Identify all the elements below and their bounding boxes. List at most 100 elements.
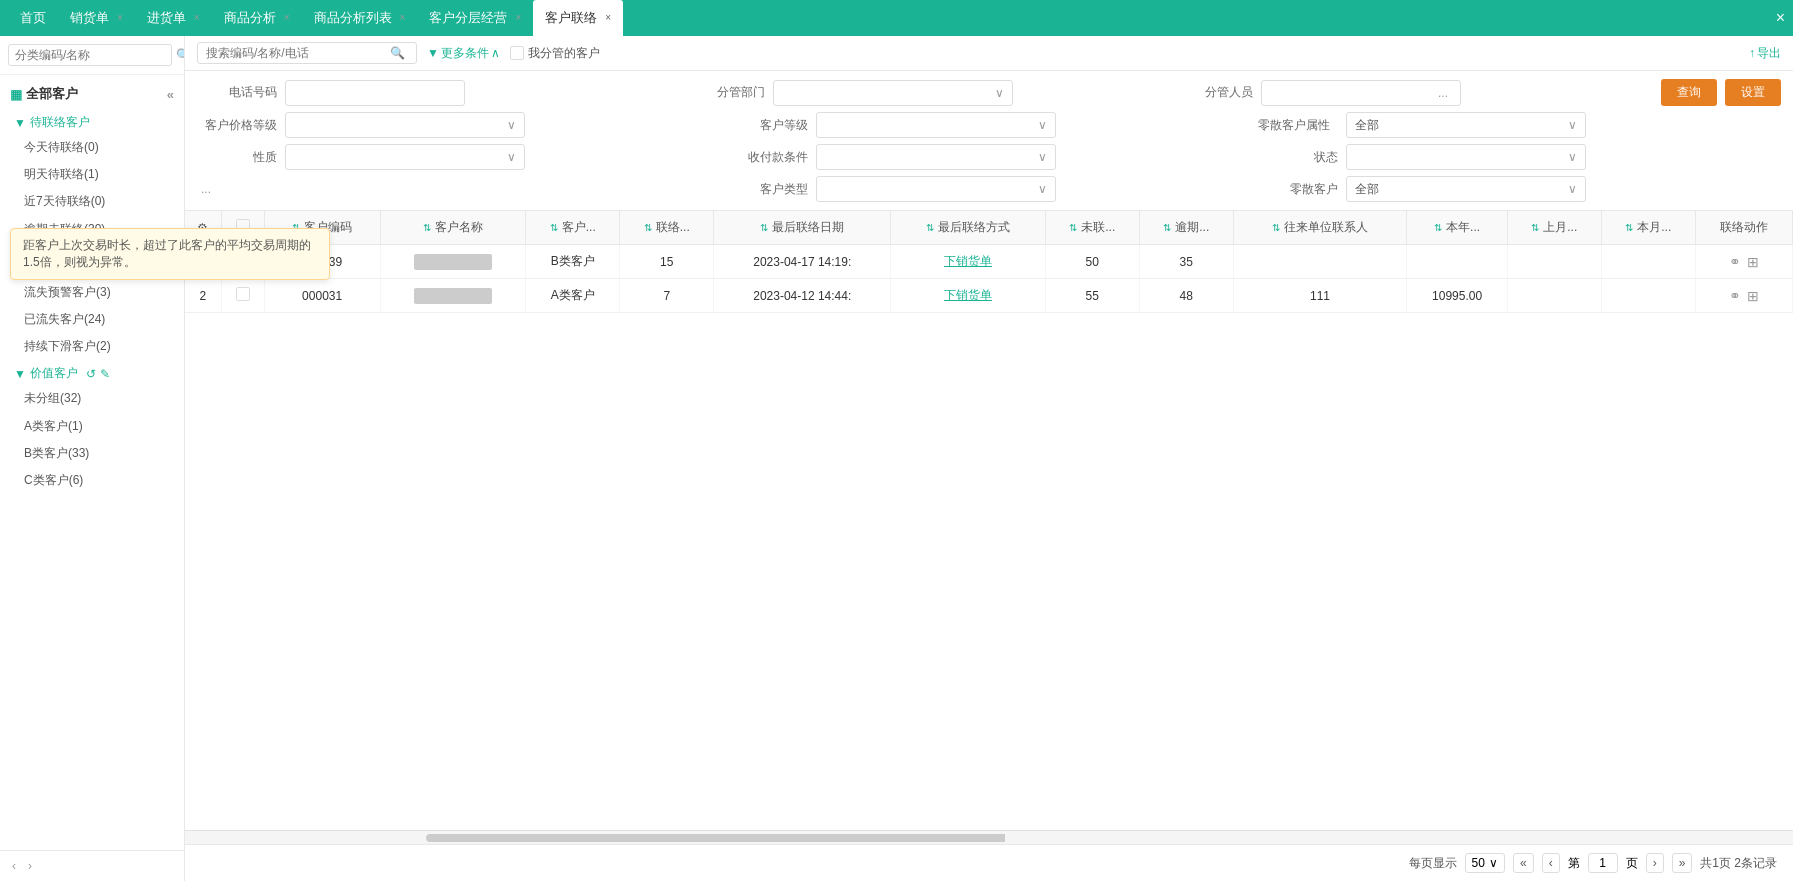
table-row: 1 000039 ████████ B类客户 15 2023-04-17 14:…	[185, 245, 1793, 279]
th-thismonth-sort-icon[interactable]: ⇅	[1625, 222, 1633, 233]
prev-page-btn[interactable]: ‹	[1542, 853, 1560, 873]
row1-unit-contact	[1233, 245, 1407, 279]
query-button[interactable]: 查询	[1661, 79, 1717, 106]
sidebar-item-lost[interactable]: 已流失客户(24)	[0, 306, 184, 333]
main-search-icon[interactable]: 🔍	[390, 46, 405, 60]
row2-method-link[interactable]: 下销货单	[944, 288, 992, 302]
row1-last-method[interactable]: 下销货单	[891, 245, 1046, 279]
nav-product-analysis-list[interactable]: 商品分析列表 ×	[302, 0, 418, 36]
dept-select[interactable]: ∨	[773, 80, 1013, 106]
last-page-btn[interactable]: »	[1672, 853, 1693, 873]
person-ellipsis[interactable]: ...	[1434, 86, 1452, 100]
row2-unit-contact: 111	[1233, 279, 1407, 313]
customer-grade-label: 客户等级	[728, 117, 808, 134]
filter-row-3: 性质 ∨ 收付款条件 ∨ 状态	[197, 144, 1781, 170]
sidebar-item-today[interactable]: 今天待联络(0)	[0, 134, 184, 161]
phone-input[interactable]	[285, 80, 465, 106]
row2-checkbox[interactable]	[221, 279, 264, 313]
row2-check[interactable]	[236, 287, 250, 301]
settings-button[interactable]: 设置	[1725, 79, 1781, 106]
next-page-btn[interactable]: ›	[1646, 853, 1664, 873]
close-analysis-tab[interactable]: ×	[284, 0, 290, 36]
status-select[interactable]: ∨	[1346, 144, 1586, 170]
row2-link-icon[interactable]: ⚭	[1729, 288, 1741, 304]
th-type-sort-icon[interactable]: ⇅	[550, 222, 558, 233]
th-notcontact-sort-icon[interactable]: ⇅	[1069, 222, 1077, 233]
th-method-sort-icon[interactable]: ⇅	[926, 222, 934, 233]
sidebar-nav-left[interactable]: ‹	[8, 857, 20, 875]
gender-select[interactable]: ∨	[285, 144, 525, 170]
close-purchase-tab[interactable]: ×	[194, 0, 200, 36]
ling-scatter2-select[interactable]: 全部 ∨	[1346, 176, 1586, 202]
sidebar-item-ungrouped[interactable]: 未分组(32)	[0, 385, 184, 412]
th-not-contact: ⇅ 未联...	[1045, 211, 1139, 245]
customer-grade-arrow-icon: ∨	[1038, 118, 1047, 132]
sidebar-group-value[interactable]: ▼ 价值客户 ↺ ✎	[0, 360, 184, 385]
main-layout: 🔍 ▦ 全部客户 « ▼ 待联络客户 今天待联络(0) 明天待联络(1) 近7天…	[0, 36, 1793, 881]
refresh-icon[interactable]: ↺	[86, 367, 96, 381]
more-conditions-btn[interactable]: ▼ 更多条件 ∧	[427, 45, 500, 62]
th-overdue-sort-icon[interactable]: ⇅	[1163, 222, 1171, 233]
row2-grid-icon[interactable]: ⊞	[1747, 288, 1759, 304]
th-year-sort-icon[interactable]: ⇅	[1434, 222, 1442, 233]
row1-link-icon[interactable]: ⚭	[1729, 254, 1741, 270]
sidebar-item-7days[interactable]: 近7天待联络(0)	[0, 188, 184, 215]
customer-grade-select[interactable]: ∨	[816, 112, 1056, 138]
sidebar-collapse-btn[interactable]: «	[167, 87, 174, 102]
nav-home[interactable]: 首页	[8, 0, 58, 36]
close-contact-tab[interactable]: ×	[605, 0, 611, 36]
first-page-btn[interactable]: «	[1513, 853, 1534, 873]
my-customers-checkbox[interactable]: 我分管的客户	[510, 45, 600, 62]
sidebar-item-lost-warning[interactable]: 流失预警客户(3)	[0, 279, 184, 306]
row1-method-link[interactable]: 下销货单	[944, 254, 992, 268]
main-search-input[interactable]	[206, 46, 386, 60]
person-select[interactable]: ...	[1261, 80, 1461, 106]
nav-sales[interactable]: 销货单 ×	[58, 0, 135, 36]
row1-name-blurred: ████████	[414, 254, 492, 270]
arrow-down-icon: ▼	[14, 116, 26, 130]
th-date-sort-icon[interactable]: ⇅	[760, 222, 768, 233]
close-sales-tab[interactable]: ×	[117, 0, 123, 36]
th-name-sort-icon[interactable]: ⇅	[423, 222, 431, 233]
th-lastmonth-sort-icon[interactable]: ⇅	[1531, 222, 1539, 233]
nav-product-analysis[interactable]: 商品分析 ×	[212, 0, 302, 36]
row4-ellipsis[interactable]: ...	[197, 182, 215, 196]
close-tiering-tab[interactable]: ×	[515, 0, 521, 36]
row1-grid-icon[interactable]: ⊞	[1747, 254, 1759, 270]
edit-value-icon[interactable]: ✎	[100, 367, 110, 381]
nav-customer-contact[interactable]: 客户联络 ×	[533, 0, 623, 36]
export-button[interactable]: ↑ 导出	[1749, 45, 1781, 62]
sidebar-item-declining[interactable]: 持续下滑客户(2)	[0, 333, 184, 360]
sidebar-item-a-class[interactable]: A类客户(1)	[0, 413, 184, 440]
sidebar-item-c-class[interactable]: C类客户(6)	[0, 467, 184, 494]
close-analysis-list-tab[interactable]: ×	[400, 0, 406, 36]
nav-purchase[interactable]: 进货单 ×	[135, 0, 212, 36]
row1-this-year	[1407, 245, 1507, 279]
sidebar-item-b-class[interactable]: B类客户(33)	[0, 440, 184, 467]
pay-select[interactable]: ∨	[816, 144, 1056, 170]
export-icon: ↑	[1749, 46, 1755, 60]
ling-scatter-attr-select[interactable]: 全部 ∨	[1346, 112, 1586, 138]
th-last-contact-date: ⇅ 最后联络日期	[714, 211, 891, 245]
per-page-select[interactable]: 50 ∨	[1465, 853, 1505, 873]
close-all-tabs[interactable]: ×	[1776, 9, 1785, 27]
th-unit-sort-icon[interactable]: ⇅	[1272, 222, 1280, 233]
pagination: 每页显示 50 ∨ « ‹ 第 页 › » 共1页 2条记录	[185, 844, 1793, 881]
nav-customer-tiering[interactable]: 客户分层经营 ×	[417, 0, 533, 36]
row2-actions: ⚭ ⊞	[1695, 279, 1792, 313]
customer-type-select[interactable]: ∨	[816, 176, 1056, 202]
horizontal-scrollbar[interactable]	[185, 830, 1793, 844]
price-grade-select[interactable]: ∨	[285, 112, 525, 138]
my-customers-check[interactable]	[510, 46, 524, 60]
sidebar-search-input[interactable]	[8, 44, 172, 66]
sidebar-item-tomorrow[interactable]: 明天待联络(1)	[0, 161, 184, 188]
th-this-month: ⇅ 本月...	[1601, 211, 1695, 245]
page-number-input[interactable]	[1588, 853, 1618, 873]
ling-scatter-attr-arrow-icon: ∨	[1568, 118, 1577, 132]
row2-last-month	[1507, 279, 1601, 313]
row2-last-method[interactable]: 下销货单	[891, 279, 1046, 313]
sidebar-search-icon[interactable]: 🔍	[176, 48, 185, 62]
sidebar-group-pending[interactable]: ▼ 待联络客户	[0, 109, 184, 134]
sidebar-nav-right[interactable]: ›	[24, 857, 36, 875]
th-contact-sort-icon[interactable]: ⇅	[644, 222, 652, 233]
